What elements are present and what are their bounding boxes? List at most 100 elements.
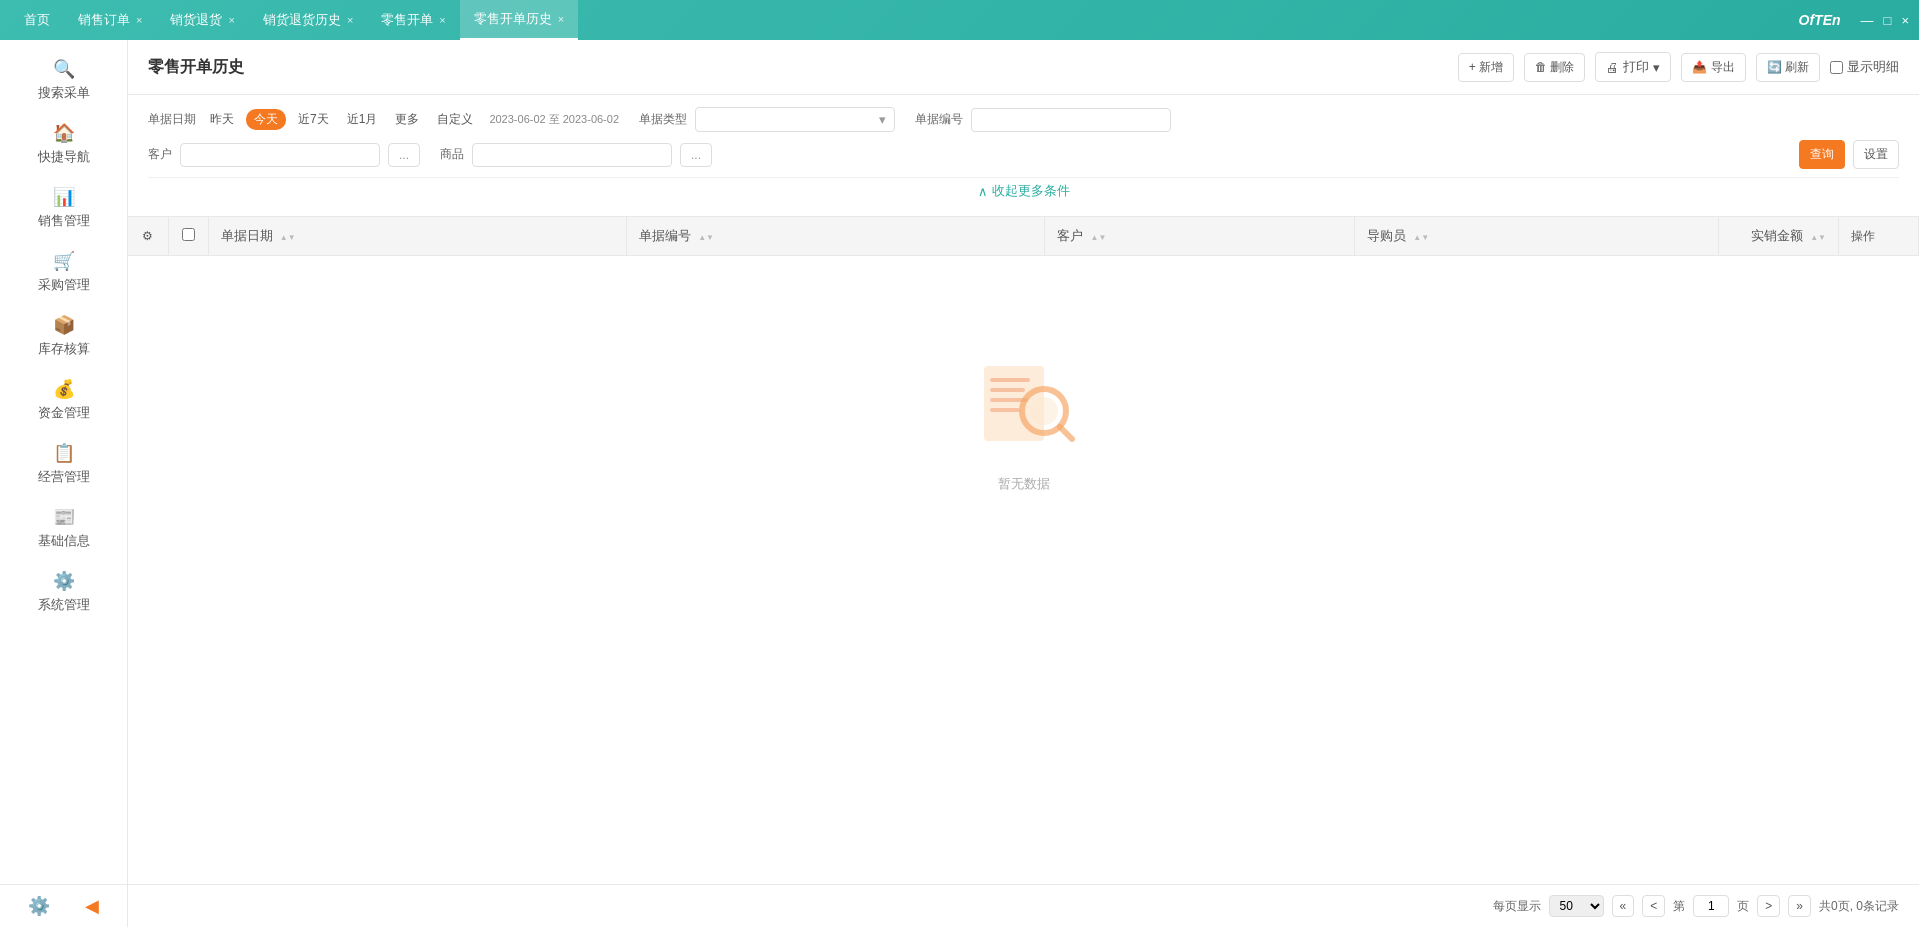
tab-零售开单[interactable]: 零售开单× xyxy=(367,0,459,40)
tab-销货退货历史[interactable]: 销货退货历史× xyxy=(249,0,367,40)
content-area: 零售开单历史 + 新增 🗑 删除 🖨 打印 ▾ 📤 导出 🔄 刷新 显示明细 xyxy=(128,40,1919,927)
delete-button[interactable]: 🗑 删除 xyxy=(1524,53,1585,82)
product-ellipsis-btn[interactable]: ... xyxy=(680,143,712,167)
maximize-button[interactable]: □ xyxy=(1884,13,1892,28)
empty-state: 暂无数据 xyxy=(128,256,1919,593)
shortcut-7days[interactable]: 近7天 xyxy=(292,109,335,130)
per-page-select[interactable]: 50 10 20 100 xyxy=(1549,895,1604,917)
print-arrow-icon: ▾ xyxy=(1653,60,1660,75)
total-info: 共0页, 0条记录 xyxy=(1819,898,1899,915)
sidebar-icon-0: 🔍 xyxy=(53,58,75,80)
shortcut-today[interactable]: 今天 xyxy=(246,109,286,130)
export-button[interactable]: 📤 导出 xyxy=(1681,53,1745,82)
sidebar-label-5: 资金管理 xyxy=(38,404,90,422)
sidebar-item-库存核算[interactable]: 📦 库存核算 xyxy=(0,304,127,368)
tab-label: 销货退货 xyxy=(170,11,222,29)
settings-filter-button[interactable]: 设置 xyxy=(1853,140,1899,169)
tab-close-icon[interactable]: × xyxy=(558,13,564,25)
shortcut-yesterday[interactable]: 昨天 xyxy=(204,109,240,130)
add-button[interactable]: + 新增 xyxy=(1458,53,1514,82)
sort-number-icon: ▲▼ xyxy=(698,233,714,242)
search-button[interactable]: 查询 xyxy=(1799,140,1845,169)
number-input[interactable] xyxy=(971,108,1171,132)
sidebar-item-系统管理[interactable]: ⚙️ 系统管理 xyxy=(0,560,127,624)
empty-label: 暂无数据 xyxy=(998,475,1050,493)
tab-首页[interactable]: 首页 xyxy=(10,0,64,40)
first-page-button[interactable]: « xyxy=(1612,895,1635,917)
page-suffix-label: 页 xyxy=(1737,898,1749,915)
th-customer[interactable]: 客户 ▲▼ xyxy=(1045,217,1355,256)
svg-rect-1 xyxy=(990,378,1030,382)
sidebar-label-4: 库存核算 xyxy=(38,340,90,358)
tab-close-icon[interactable]: × xyxy=(347,14,353,26)
last-page-button[interactable]: » xyxy=(1788,895,1811,917)
sort-amount-icon: ▲▼ xyxy=(1810,233,1826,242)
th-settings[interactable]: ⚙ xyxy=(128,217,168,256)
close-button[interactable]: × xyxy=(1901,13,1909,28)
tab-销货退货[interactable]: 销货退货 × xyxy=(156,0,248,40)
type-select[interactable]: ▾ xyxy=(695,107,895,132)
th-checkbox[interactable] xyxy=(168,217,208,256)
sidebar-icon-1: 🏠 xyxy=(53,122,75,144)
empty-illustration xyxy=(964,356,1084,459)
svg-line-7 xyxy=(1060,427,1072,439)
table-container: ⚙ 单据日期 ▲▼ 单据编号 ▲▼ 客户 xyxy=(128,217,1919,884)
th-actions: 操作 xyxy=(1839,217,1919,256)
sidebar-item-基础信息[interactable]: 📰 基础信息 xyxy=(0,496,127,560)
product-label: 商品 xyxy=(440,146,464,163)
sort-date-icon: ▲▼ xyxy=(280,233,296,242)
shortcut-1month[interactable]: 近1月 xyxy=(341,109,384,130)
type-filter: 单据类型 ▾ xyxy=(639,107,895,132)
collapse-button[interactable]: ∧ 收起更多条件 xyxy=(148,177,1899,204)
tab-close-icon[interactable]: × xyxy=(136,14,142,26)
sidebar-icon-2: 📊 xyxy=(53,186,75,208)
sidebar-label-7: 基础信息 xyxy=(38,532,90,550)
th-guide[interactable]: 导购员 ▲▼ xyxy=(1354,217,1718,256)
tab-close-icon[interactable]: × xyxy=(228,14,234,26)
collapse-sidebar-icon[interactable]: ◀ xyxy=(85,895,99,917)
tab-label: 零售开单历史 xyxy=(474,10,552,28)
sidebar-label-6: 经营管理 xyxy=(38,468,90,486)
collapse-row: ∧ 收起更多条件 xyxy=(148,177,1899,204)
product-input[interactable] xyxy=(472,143,672,167)
page-number-input[interactable] xyxy=(1693,895,1729,917)
sidebar-item-销售管理[interactable]: 📊 销售管理 xyxy=(0,176,127,240)
show-detail-input[interactable] xyxy=(1830,61,1843,74)
shortcut-custom[interactable]: 自定义 xyxy=(431,109,479,130)
minimize-button[interactable]: — xyxy=(1861,13,1874,28)
th-date[interactable]: 单据日期 ▲▼ xyxy=(208,217,626,256)
tab-零售开单历史[interactable]: 零售开单历史 × xyxy=(460,0,578,40)
page-header: 零售开单历史 + 新增 🗑 删除 🖨 打印 ▾ 📤 导出 🔄 刷新 显示明细 xyxy=(128,40,1919,95)
next-page-button[interactable]: > xyxy=(1757,895,1780,917)
prev-page-button[interactable]: < xyxy=(1642,895,1665,917)
print-button[interactable]: 🖨 打印 ▾ xyxy=(1595,52,1671,82)
customer-ellipsis-btn[interactable]: ... xyxy=(388,143,420,167)
sidebar-item-快捷导航[interactable]: 🏠 快捷导航 xyxy=(0,112,127,176)
svg-rect-2 xyxy=(990,388,1025,392)
sidebar-item-采购管理[interactable]: 🛒 采购管理 xyxy=(0,240,127,304)
shortcut-more[interactable]: 更多 xyxy=(389,109,425,130)
sidebar-item-搜索采单[interactable]: 🔍 搜索采单 xyxy=(0,48,127,112)
show-detail-checkbox[interactable]: 显示明细 xyxy=(1830,58,1899,76)
window-controls: OfTEn — □ × xyxy=(1789,12,1909,28)
collapse-arrow-icon: ∧ xyxy=(978,184,988,199)
th-amount[interactable]: 实销金额 ▲▼ xyxy=(1719,217,1839,256)
sidebar-icon-7: 📰 xyxy=(53,506,75,528)
sidebar-label-1: 快捷导航 xyxy=(38,148,90,166)
empty-svg xyxy=(964,356,1084,456)
select-all-checkbox[interactable] xyxy=(182,228,195,241)
customer-input[interactable] xyxy=(180,143,380,167)
refresh-button[interactable]: 🔄 刷新 xyxy=(1756,53,1820,82)
customer-label: 客户 xyxy=(148,146,172,163)
tab-close-icon[interactable]: × xyxy=(439,14,445,26)
main-layout: 🔍 搜索采单🏠 快捷导航📊 销售管理🛒 采购管理📦 库存核算💰 资金管理📋 经营… xyxy=(0,40,1919,927)
tab-销售订单[interactable]: 销售订单× xyxy=(64,0,156,40)
th-number[interactable]: 单据编号 ▲▼ xyxy=(626,217,1044,256)
svg-point-6 xyxy=(1030,397,1058,425)
settings-bottom-icon[interactable]: ⚙️ xyxy=(28,895,50,917)
sidebar-item-经营管理[interactable]: 📋 经营管理 xyxy=(0,432,127,496)
sidebar: 🔍 搜索采单🏠 快捷导航📊 销售管理🛒 采购管理📦 库存核算💰 资金管理📋 经营… xyxy=(0,40,128,927)
sidebar-label-0: 搜索采单 xyxy=(38,84,90,102)
sidebar-icon-6: 📋 xyxy=(53,442,75,464)
sidebar-item-资金管理[interactable]: 💰 资金管理 xyxy=(0,368,127,432)
